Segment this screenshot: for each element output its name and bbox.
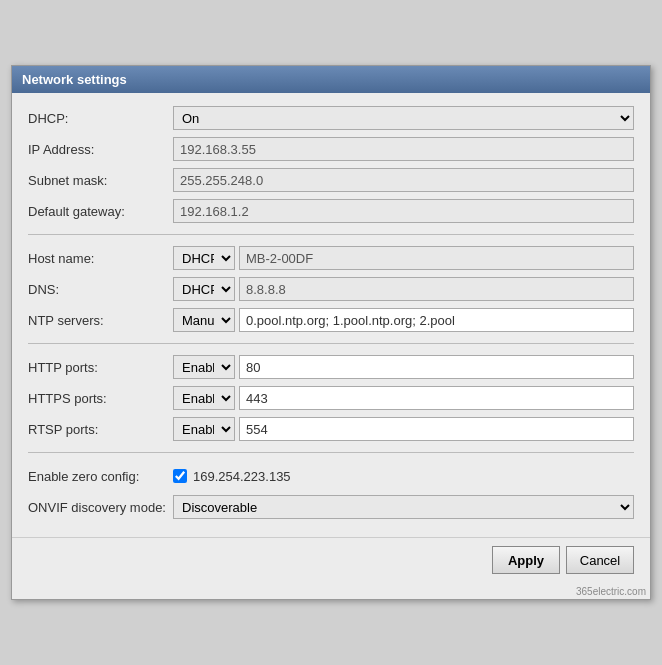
apply-button[interactable]: Apply bbox=[492, 546, 560, 574]
cancel-button[interactable]: Cancel bbox=[566, 546, 634, 574]
onvif-label: ONVIF discovery mode: bbox=[28, 500, 173, 515]
watermark: 365electric.com bbox=[12, 584, 650, 599]
dns-label: DNS: bbox=[28, 282, 173, 297]
onvif-select[interactable]: Discoverable Non-discoverable bbox=[173, 495, 634, 519]
rtsp-label: RTSP ports: bbox=[28, 422, 173, 437]
http-input[interactable] bbox=[239, 355, 634, 379]
dhcp-label: DHCP: bbox=[28, 111, 173, 126]
dhcp-row: DHCP: On Off bbox=[28, 105, 634, 131]
https-label: HTTPS ports: bbox=[28, 391, 173, 406]
gateway-row: Default gateway: bbox=[28, 198, 634, 224]
rtsp-control: Enable Disable bbox=[173, 417, 634, 441]
ntp-input[interactable] bbox=[239, 308, 634, 332]
dialog-title: Network settings bbox=[12, 66, 650, 93]
dns-input[interactable] bbox=[239, 277, 634, 301]
zero-config-checkbox[interactable] bbox=[173, 469, 187, 483]
ntp-mode-select[interactable]: Manual DHCP bbox=[173, 308, 235, 332]
http-control: Enable Disable bbox=[173, 355, 634, 379]
divider-1 bbox=[28, 234, 634, 235]
hostname-label: Host name: bbox=[28, 251, 173, 266]
divider-2 bbox=[28, 343, 634, 344]
ip-row: IP Address: bbox=[28, 136, 634, 162]
rtsp-row: RTSP ports: Enable Disable bbox=[28, 416, 634, 442]
rtsp-mode-select[interactable]: Enable Disable bbox=[173, 417, 235, 441]
subnet-row: Subnet mask: bbox=[28, 167, 634, 193]
dialog-body: DHCP: On Off IP Address: Subnet mask: bbox=[12, 93, 650, 537]
gateway-control bbox=[173, 199, 634, 223]
hostname-row: Host name: DHCP Manual bbox=[28, 245, 634, 271]
hostname-mode-select[interactable]: DHCP Manual bbox=[173, 246, 235, 270]
dns-row: DNS: DHCP Manual bbox=[28, 276, 634, 302]
ntp-row: NTP servers: Manual DHCP bbox=[28, 307, 634, 333]
divider-3 bbox=[28, 452, 634, 453]
zero-config-ip: 169.254.223.135 bbox=[193, 469, 291, 484]
subnet-label: Subnet mask: bbox=[28, 173, 173, 188]
http-label: HTTP ports: bbox=[28, 360, 173, 375]
hostname-input[interactable] bbox=[239, 246, 634, 270]
rtsp-input[interactable] bbox=[239, 417, 634, 441]
ntp-control: Manual DHCP bbox=[173, 308, 634, 332]
https-input[interactable] bbox=[239, 386, 634, 410]
zero-config-control: 169.254.223.135 bbox=[173, 469, 634, 484]
http-row: HTTP ports: Enable Disable bbox=[28, 354, 634, 380]
dialog-footer: Apply Cancel bbox=[12, 537, 650, 584]
https-row: HTTPS ports: Enable Disable bbox=[28, 385, 634, 411]
subnet-control bbox=[173, 168, 634, 192]
https-control: Enable Disable bbox=[173, 386, 634, 410]
onvif-control: Discoverable Non-discoverable bbox=[173, 495, 634, 519]
ip-label: IP Address: bbox=[28, 142, 173, 157]
dhcp-control: On Off bbox=[173, 106, 634, 130]
hostname-control: DHCP Manual bbox=[173, 246, 634, 270]
zero-config-row: Enable zero config: 169.254.223.135 bbox=[28, 463, 634, 489]
gateway-label: Default gateway: bbox=[28, 204, 173, 219]
dns-control: DHCP Manual bbox=[173, 277, 634, 301]
network-settings-dialog: Network settings DHCP: On Off IP Address… bbox=[11, 65, 651, 600]
subnet-input[interactable] bbox=[173, 168, 634, 192]
gateway-input[interactable] bbox=[173, 199, 634, 223]
ip-control bbox=[173, 137, 634, 161]
dhcp-select[interactable]: On Off bbox=[173, 106, 634, 130]
onvif-row: ONVIF discovery mode: Discoverable Non-d… bbox=[28, 494, 634, 520]
zero-config-label: Enable zero config: bbox=[28, 469, 173, 484]
ntp-label: NTP servers: bbox=[28, 313, 173, 328]
dns-mode-select[interactable]: DHCP Manual bbox=[173, 277, 235, 301]
ip-input[interactable] bbox=[173, 137, 634, 161]
http-mode-select[interactable]: Enable Disable bbox=[173, 355, 235, 379]
https-mode-select[interactable]: Enable Disable bbox=[173, 386, 235, 410]
